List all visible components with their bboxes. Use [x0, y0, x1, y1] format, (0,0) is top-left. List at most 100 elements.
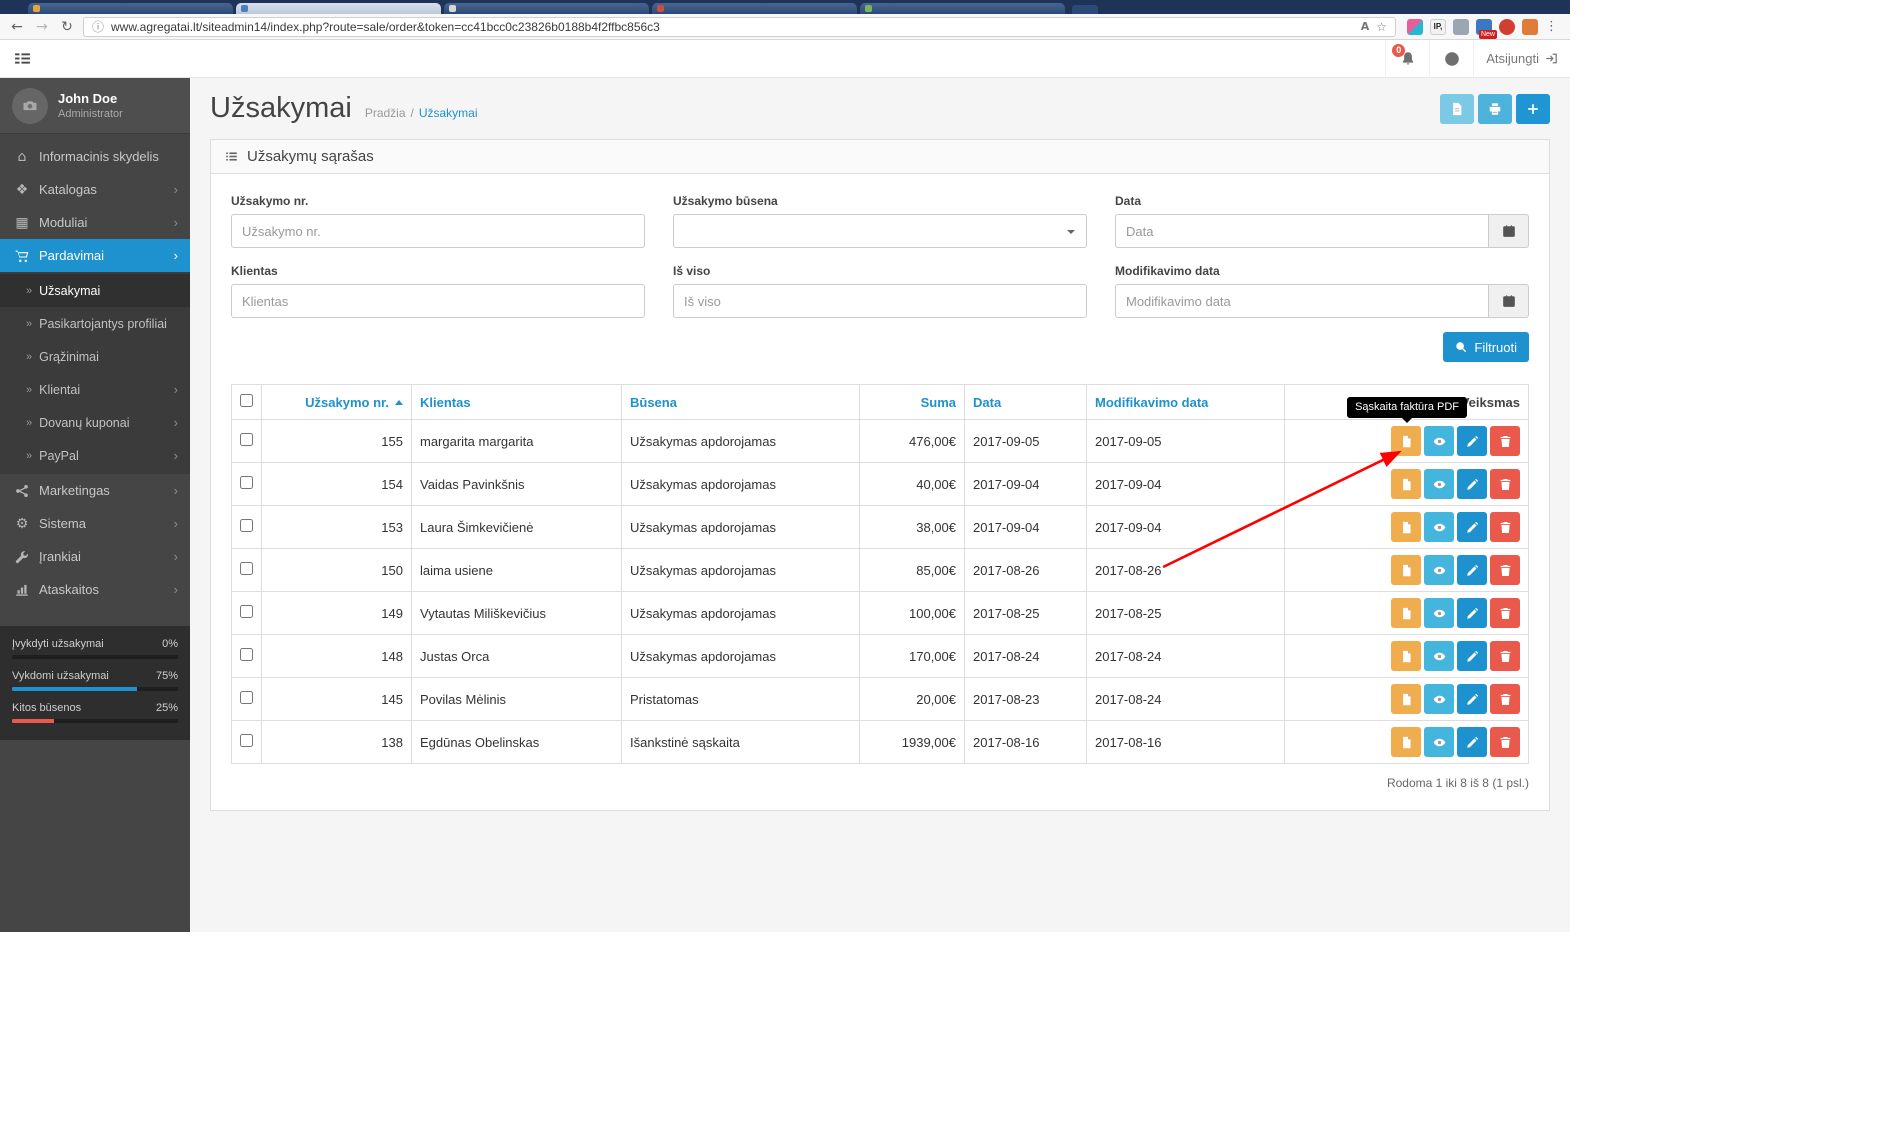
delete-button[interactable] [1490, 512, 1520, 542]
order-nr-input[interactable] [231, 214, 645, 248]
breadcrumb-current[interactable]: Užsakymai [419, 106, 478, 120]
delete-button[interactable] [1490, 641, 1520, 671]
edit-button[interactable] [1457, 727, 1487, 757]
address-bar[interactable]: ⓘ www.agregatai.lt/siteadmin14/index.php… [83, 16, 1396, 37]
delete-button[interactable] [1490, 555, 1520, 585]
sort-customer[interactable]: Klientas [420, 395, 471, 410]
view-button[interactable] [1424, 512, 1454, 542]
extension-icon[interactable] [1522, 18, 1538, 35]
edit-button[interactable] [1457, 555, 1487, 585]
edit-button[interactable] [1457, 512, 1487, 542]
order-status-select[interactable] [673, 214, 1087, 248]
browser-tab[interactable] [444, 3, 649, 14]
view-button[interactable] [1424, 469, 1454, 499]
reload-icon[interactable]: ↻ [58, 20, 76, 34]
row-checkbox[interactable] [240, 519, 253, 532]
logout-button[interactable]: Atsijungti [1473, 39, 1570, 78]
sidebar-item-sistema[interactable]: ⚙ Sistema › [0, 507, 190, 540]
edit-button[interactable] [1457, 469, 1487, 499]
sidebar-item-marketingas[interactable]: Marketingas › [0, 474, 190, 507]
add-order-button[interactable] [1516, 94, 1550, 124]
new-tab-button[interactable] [1072, 5, 1098, 14]
select-all-checkbox[interactable] [240, 394, 253, 407]
forward-icon[interactable]: → [33, 20, 51, 34]
view-button[interactable] [1424, 727, 1454, 757]
breadcrumb-home[interactable]: Pradžia [365, 106, 406, 120]
invoice-pdf-button[interactable] [1391, 469, 1421, 499]
delete-button[interactable] [1490, 426, 1520, 456]
invoice-pdf-button[interactable] [1391, 727, 1421, 757]
delete-button[interactable] [1490, 598, 1520, 628]
color-picker-extension-icon[interactable] [1407, 18, 1423, 35]
column-label: Užsakymo nr. [305, 394, 389, 410]
sidebar-item-informacinis-skydelis[interactable]: ⌂ Informacinis skydelis [0, 140, 190, 173]
edit-button[interactable] [1457, 598, 1487, 628]
extension-icon[interactable] [1499, 18, 1515, 35]
view-button[interactable] [1424, 426, 1454, 456]
sidebar-subitem-dovanų-kuponai[interactable]: » Dovanų kuponai › [0, 406, 190, 439]
total-input[interactable] [673, 284, 1087, 318]
notifications-button[interactable]: 0 [1385, 39, 1429, 78]
back-icon[interactable]: ← [8, 20, 26, 34]
modified-date-calendar-button[interactable] [1489, 284, 1529, 318]
extension-icon[interactable] [1453, 18, 1469, 35]
view-button[interactable] [1424, 555, 1454, 585]
sidebar-subitem-paypal[interactable]: » PayPal › [0, 439, 190, 472]
browser-menu-icon[interactable]: ⋮ [1545, 20, 1558, 33]
sidebar-subitem-klientai[interactable]: » Klientai › [0, 373, 190, 406]
browser-tab[interactable] [28, 3, 233, 14]
sort-status[interactable]: Būsena [630, 395, 677, 410]
sidebar-item-įrankiai[interactable]: Įrankiai › [0, 540, 190, 573]
view-button[interactable] [1424, 684, 1454, 714]
delete-button[interactable] [1490, 727, 1520, 757]
translate-icon[interactable]: A [1361, 21, 1370, 32]
browser-tab[interactable] [860, 3, 1065, 14]
menu-toggle-button[interactable] [0, 40, 45, 78]
edit-button[interactable] [1457, 426, 1487, 456]
sort-modified[interactable]: Modifikavimo data [1095, 395, 1208, 410]
sidebar-item-ataskaitos[interactable]: Ataskaitos › [0, 573, 190, 606]
edit-button[interactable] [1457, 641, 1487, 671]
delete-button[interactable] [1490, 684, 1520, 714]
sidebar-item-moduliai[interactable]: ▦ Moduliai › [0, 206, 190, 239]
row-checkbox[interactable] [240, 734, 253, 747]
row-checkbox[interactable] [240, 562, 253, 575]
invoice-pdf-button[interactable] [1391, 426, 1421, 456]
sidebar-subitem-užsakymai[interactable]: » Užsakymai [0, 274, 190, 307]
invoice-pdf-button[interactable] [1391, 555, 1421, 585]
invoice-pdf-button[interactable] [1391, 641, 1421, 671]
customer-input[interactable] [231, 284, 645, 318]
date-input[interactable] [1115, 214, 1489, 248]
row-checkbox[interactable] [240, 433, 253, 446]
modified-date-input[interactable] [1115, 284, 1489, 318]
sidebar-item-pardavimai[interactable]: Pardavimai › [0, 239, 190, 272]
row-checkbox[interactable] [240, 648, 253, 661]
sort-total[interactable]: Suma [921, 395, 956, 410]
bookmark-star-icon[interactable]: ☆ [1376, 21, 1387, 33]
sidebar-subitem-pasikartojantys-profiliai[interactable]: » Pasikartojantys profiliai [0, 307, 190, 340]
sidebar-subitem-grąžinimai[interactable]: » Grąžinimai [0, 340, 190, 373]
sort-date[interactable]: Data [973, 395, 1001, 410]
sort-order-nr[interactable]: Užsakymo nr. [305, 395, 403, 410]
invoice-pdf-button[interactable] [1391, 598, 1421, 628]
browser-tab[interactable] [652, 3, 857, 14]
ip-extension-icon[interactable]: IP, [1430, 18, 1446, 35]
view-button[interactable] [1424, 598, 1454, 628]
print-invoice-button[interactable] [1440, 94, 1474, 124]
sidebar-item-katalogas[interactable]: ❖ Katalogas › [0, 173, 190, 206]
date-calendar-button[interactable] [1489, 214, 1529, 248]
invoice-pdf-button[interactable] [1391, 512, 1421, 542]
filter-button[interactable]: Filtruoti [1443, 332, 1529, 362]
print-shipping-list-button[interactable] [1478, 94, 1512, 124]
row-checkbox[interactable] [240, 476, 253, 489]
page-info-icon[interactable]: ⓘ [92, 21, 104, 33]
screen-capture-extension-icon[interactable]: New [1476, 18, 1497, 39]
edit-button[interactable] [1457, 684, 1487, 714]
delete-button[interactable] [1490, 469, 1520, 499]
view-button[interactable] [1424, 641, 1454, 671]
row-checkbox[interactable] [240, 691, 253, 704]
language-button[interactable] [1429, 39, 1473, 78]
row-checkbox[interactable] [240, 605, 253, 618]
browser-tab-active[interactable] [236, 3, 441, 14]
invoice-pdf-button[interactable] [1391, 684, 1421, 714]
